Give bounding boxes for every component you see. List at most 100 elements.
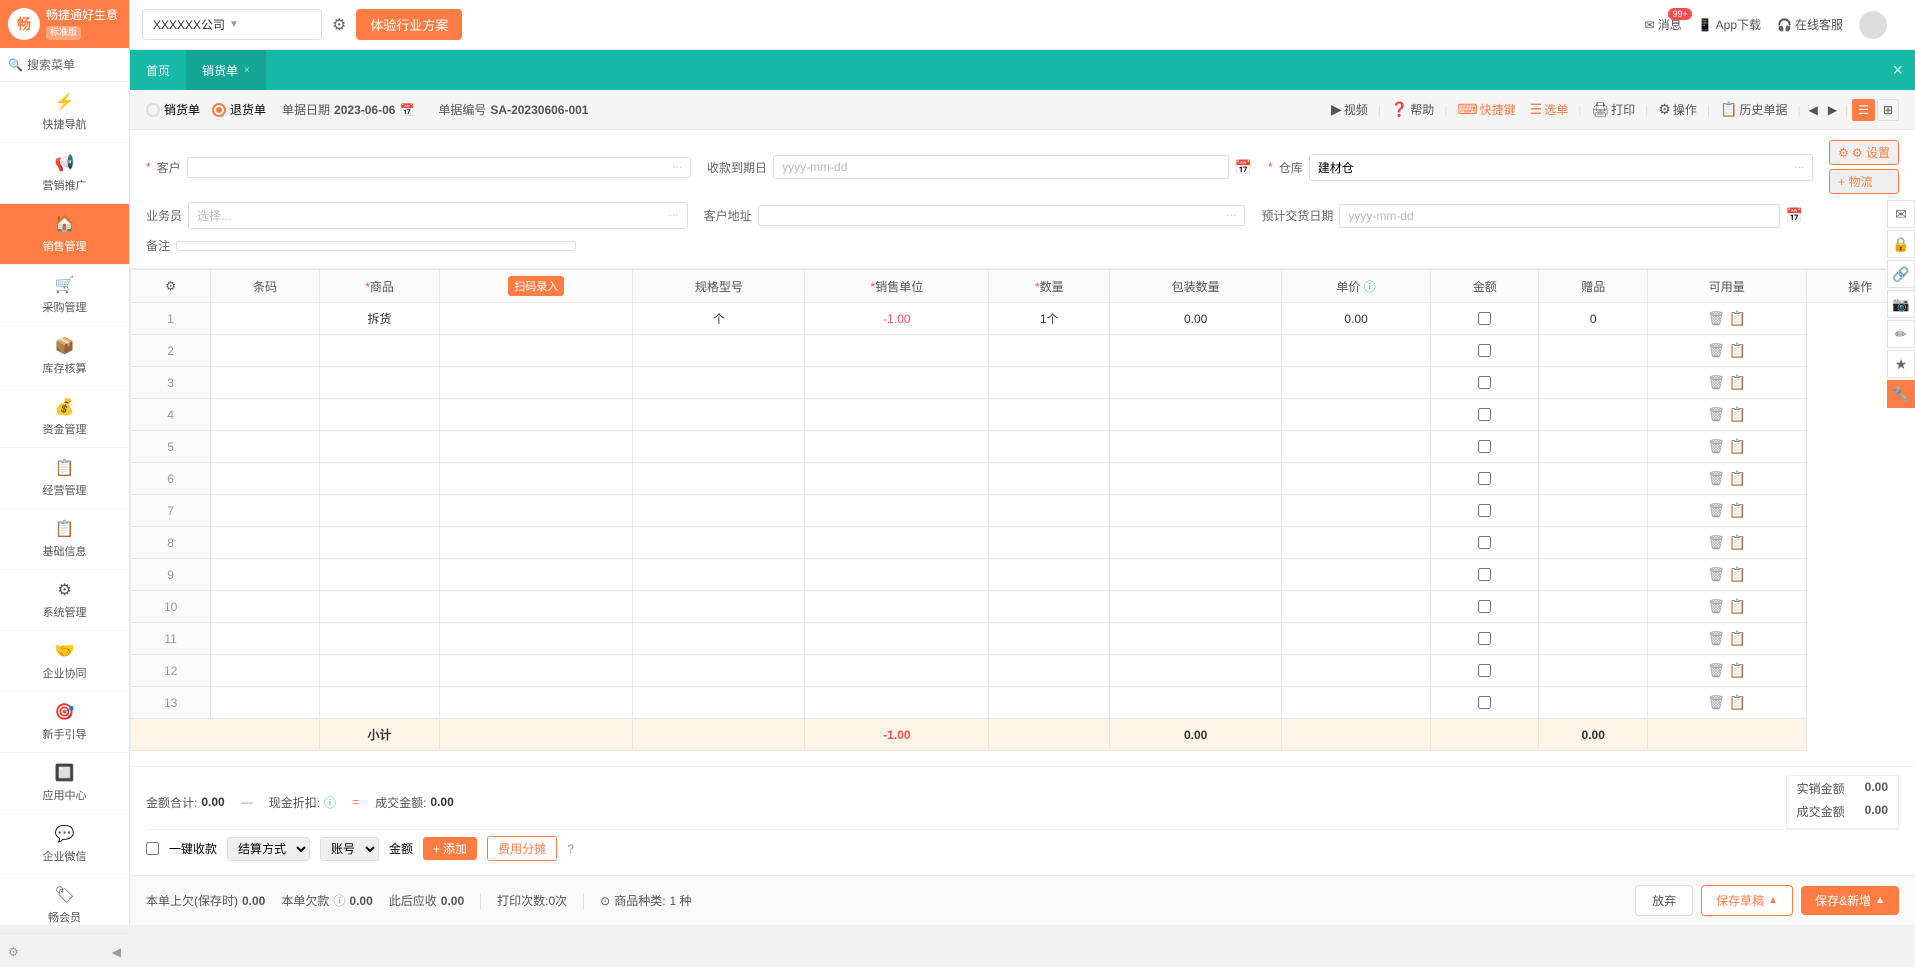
- company-selector[interactable]: XXXXXX公司 ▼: [142, 9, 322, 40]
- copy-icon[interactable]: 📋: [1729, 566, 1746, 583]
- copy-icon[interactable]: 📋: [1729, 406, 1746, 423]
- payment-method-select[interactable]: 结算方式: [227, 837, 310, 861]
- copy-icon-1[interactable]: 📋: [1729, 310, 1746, 327]
- radio-return-order[interactable]: 退货单: [212, 101, 266, 118]
- payment-account-select[interactable]: 账号: [320, 837, 379, 861]
- radio-sales-order[interactable]: 销货单: [146, 101, 200, 118]
- tab-close-icon[interactable]: ×: [244, 65, 250, 76]
- scan-button[interactable]: 扫码录入: [508, 276, 564, 296]
- pkg-qty-1[interactable]: 1个: [989, 303, 1110, 335]
- spec-1[interactable]: [440, 303, 633, 335]
- copy-icon[interactable]: 📋: [1729, 598, 1746, 615]
- customer-address-input[interactable]: ···: [758, 205, 1246, 226]
- copy-icon[interactable]: 📋: [1729, 534, 1746, 551]
- delete-icon[interactable]: 🗑: [1707, 470, 1725, 487]
- rfb-star[interactable]: ★: [1887, 350, 1915, 378]
- notes-input[interactable]: [176, 241, 576, 251]
- lack-info-icon[interactable]: ⓘ: [333, 892, 345, 909]
- sidebar-item-quick-nav[interactable]: ⚡ 快捷导航: [0, 82, 129, 143]
- toolbar-operation[interactable]: ⚙ 操作: [1652, 98, 1703, 121]
- nav-prev[interactable]: ◀: [1805, 101, 1822, 119]
- unit-price-1[interactable]: 0.00: [1110, 303, 1282, 335]
- sidebar-search[interactable]: 🔍 搜索菜单: [0, 48, 129, 82]
- copy-icon[interactable]: 📋: [1729, 662, 1746, 679]
- sidebar-item-appstore[interactable]: 🔲 应用中心: [0, 753, 129, 814]
- sidebar-item-operation[interactable]: 📋 经营管理: [0, 448, 129, 509]
- delete-icon[interactable]: 🗑: [1707, 630, 1725, 647]
- topbar-gear-icon[interactable]: ⚙: [332, 15, 346, 35]
- copy-icon[interactable]: 📋: [1729, 630, 1746, 647]
- delete-icon[interactable]: 🗑: [1707, 566, 1725, 583]
- sidebar-item-system[interactable]: ⚙ 系统管理: [0, 570, 129, 631]
- amount-1[interactable]: 0.00: [1282, 303, 1431, 335]
- delete-icon-1[interactable]: 🗑: [1707, 310, 1725, 327]
- sidebar-item-wechat[interactable]: 💬 企业微信: [0, 814, 129, 875]
- warehouse-input[interactable]: 建材仓 ···: [1309, 154, 1813, 181]
- salesperson-input[interactable]: 选择... ···: [188, 202, 688, 229]
- toolbar-shortcut[interactable]: ⌨ 快捷键: [1451, 98, 1521, 121]
- sidebar-item-purchase[interactable]: 🛒 采购管理: [0, 265, 129, 326]
- delete-icon[interactable]: 🗑: [1707, 694, 1725, 711]
- sidebar-item-marketing[interactable]: 📢 营销推广: [0, 143, 129, 204]
- sidebar-item-enterprise[interactable]: 🤝 企业协同: [0, 631, 129, 692]
- copy-icon[interactable]: 📋: [1729, 470, 1746, 487]
- toolbar-help[interactable]: ❓ 帮助: [1385, 98, 1440, 121]
- save-new-button[interactable]: 保存&新增 ▲: [1801, 886, 1899, 915]
- copy-icon[interactable]: 📋: [1729, 694, 1746, 711]
- collection-calendar-icon[interactable]: 📅: [1235, 159, 1252, 176]
- qty-1[interactable]: -1.00: [805, 303, 989, 335]
- copy-icon[interactable]: 📋: [1729, 502, 1746, 519]
- barcode-1[interactable]: [211, 303, 319, 335]
- product-type-stat[interactable]: ⊙ 商品种类: 1 种: [600, 892, 691, 909]
- toolbar-video[interactable]: ▶ 视频: [1325, 98, 1374, 121]
- sidebar-settings-icon[interactable]: ⚙: [8, 945, 19, 959]
- collection-date-input[interactable]: yyyy-mm-dd: [773, 155, 1229, 179]
- sidebar-item-finance[interactable]: 💰 资金管理: [0, 387, 129, 448]
- nav-next[interactable]: ▶: [1824, 101, 1841, 119]
- toolbar-select[interactable]: ☰ 选单: [1524, 98, 1575, 121]
- flow-button[interactable]: + 物流: [1829, 169, 1899, 194]
- copy-icon[interactable]: 📋: [1729, 374, 1746, 391]
- rfb-tool[interactable]: 🔧: [1887, 380, 1915, 408]
- expected-delivery-input[interactable]: yyyy-mm-dd: [1339, 204, 1779, 228]
- delete-icon[interactable]: 🗑: [1707, 662, 1725, 679]
- view-grid-icon[interactable]: ⊞: [1877, 99, 1899, 121]
- copy-icon[interactable]: 📋: [1729, 438, 1746, 455]
- sidebar-item-basic[interactable]: 📋 基础信息: [0, 509, 129, 570]
- tab-home[interactable]: 首页: [130, 50, 186, 90]
- rfb-message[interactable]: ✉: [1887, 200, 1915, 228]
- sidebar-item-guide[interactable]: 🎯 新手引导: [0, 692, 129, 753]
- sidebar-item-sales[interactable]: 🏠 销售管理: [0, 204, 129, 265]
- discount-info-icon[interactable]: ⓘ: [324, 794, 336, 811]
- add-payment-button[interactable]: + 添加: [423, 837, 477, 860]
- delete-icon[interactable]: 🗑: [1707, 374, 1725, 391]
- gift-1[interactable]: [1431, 303, 1539, 335]
- sidebar-item-inventory[interactable]: 📦 库存核算: [0, 326, 129, 387]
- expenses-help-icon[interactable]: ?: [567, 842, 574, 856]
- message-button[interactable]: ✉ 消息 99+: [1645, 16, 1682, 33]
- product-1[interactable]: 拆货: [319, 303, 440, 335]
- delete-icon-2[interactable]: 🗑: [1707, 342, 1725, 359]
- rfb-link[interactable]: 🔗: [1887, 260, 1915, 288]
- unit-1[interactable]: 个: [633, 303, 805, 335]
- view-list-icon[interactable]: ☰: [1852, 99, 1875, 121]
- tab-close-all-icon[interactable]: ×: [1892, 60, 1903, 81]
- trial-button[interactable]: 体验行业方案: [356, 9, 462, 40]
- delete-icon[interactable]: 🗑: [1707, 598, 1725, 615]
- copy-icon-2[interactable]: 📋: [1729, 342, 1746, 359]
- save-draft-button[interactable]: 保存草稿 ▲: [1701, 885, 1793, 916]
- rfb-edit[interactable]: ✏: [1887, 320, 1915, 348]
- sidebar-item-member[interactable]: 🏷 畅会员: [0, 875, 129, 936]
- expenses-button[interactable]: 费用分摊: [487, 836, 557, 861]
- online-service-button[interactable]: 🎧 在线客服: [1777, 16, 1843, 33]
- calendar-icon[interactable]: 📅: [399, 103, 414, 117]
- toolbar-history[interactable]: 📋 历史单据: [1714, 98, 1793, 121]
- delete-icon[interactable]: 🗑: [1707, 438, 1725, 455]
- customer-input[interactable]: ···: [187, 157, 691, 178]
- table-gear-icon[interactable]: ⚙: [165, 279, 176, 293]
- rfb-screenshot[interactable]: 📷: [1887, 290, 1915, 318]
- delivery-calendar-icon[interactable]: 📅: [1786, 207, 1803, 224]
- settings-button[interactable]: ⚙ ⚙ 设置: [1829, 140, 1899, 165]
- tab-sales-order[interactable]: 销货单 ×: [186, 50, 266, 90]
- user-avatar[interactable]: [1859, 11, 1887, 39]
